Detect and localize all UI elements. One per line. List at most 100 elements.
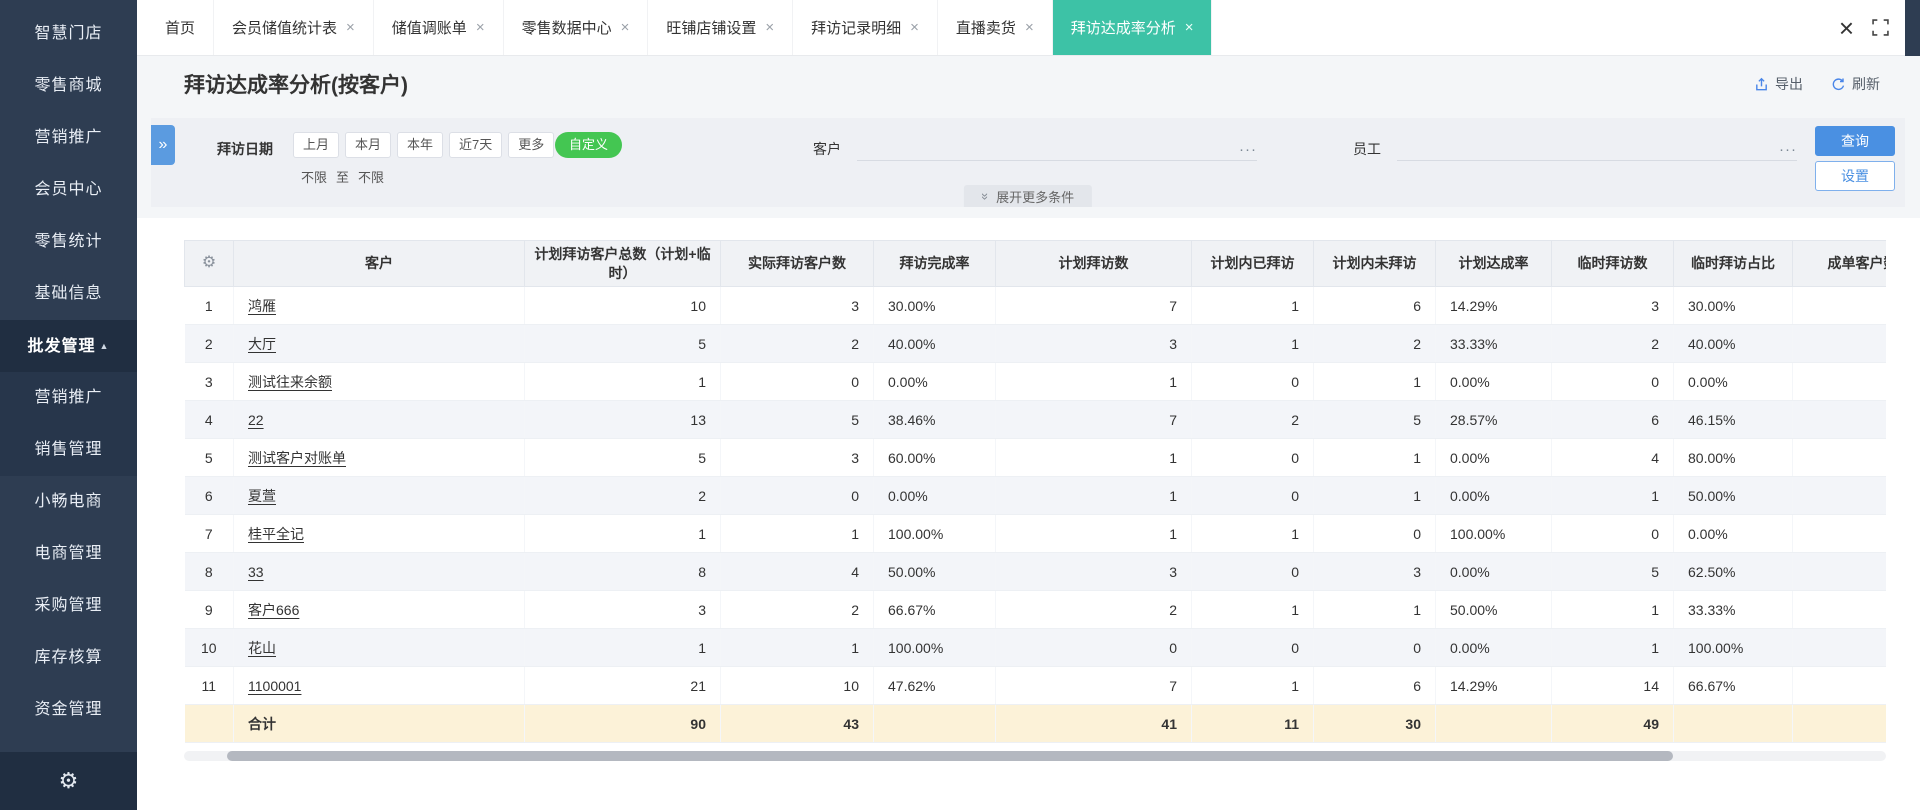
tab[interactable]: 拜访达成率分析 × — [1052, 0, 1213, 55]
sidebar-item[interactable]: 电商管理 — [0, 528, 137, 580]
tab[interactable]: 直播卖货 × — [938, 0, 1053, 55]
date-option-button[interactable]: 本年 — [397, 132, 444, 158]
data-cell: 14 — [1551, 666, 1674, 705]
customer-link[interactable]: 33 — [248, 564, 264, 580]
customer-link[interactable]: 测试客户对账单 — [248, 450, 346, 466]
date-range: 不限 至 不限 — [301, 167, 384, 186]
tab-close-icon[interactable]: × — [910, 20, 919, 35]
total-row: 合计 90 43 41 11 30 49 — [184, 704, 1886, 743]
column-header[interactable]: 实际拜访客户数 — [720, 240, 874, 287]
employee-input[interactable]: ··· — [1397, 131, 1797, 161]
column-header[interactable]: 临时拜访数 — [1551, 240, 1674, 287]
date-from-field[interactable]: 不限 — [301, 167, 327, 186]
horizontal-scrollbar[interactable] — [184, 751, 1886, 761]
ellipsis-picker-icon[interactable]: ··· — [1239, 142, 1257, 160]
column-header[interactable]: 计划拜访数 — [995, 240, 1192, 287]
date-option-button[interactable]: 近7天 — [449, 132, 503, 158]
date-option-button[interactable]: 上月 — [293, 132, 340, 158]
tab-close-icon[interactable]: × — [1025, 20, 1034, 35]
customer-link[interactable]: 1100001 — [248, 678, 301, 694]
tab[interactable]: 拜访记录明细 × — [793, 0, 938, 55]
sidebar-item[interactable]: 零售统计 — [0, 216, 137, 268]
collapse-filter-button[interactable]: » — [151, 125, 175, 165]
sidebar-item[interactable]: 营销推广 — [0, 372, 137, 424]
customer-link[interactable]: 大厅 — [248, 336, 276, 352]
customer-link[interactable]: 鸿雁 — [248, 298, 276, 314]
column-header[interactable]: 临时拜访占比 — [1673, 240, 1793, 287]
table-row: 6 夏萱 2 0 0.00% 1 0 1 0.00% 1 50.00% — [184, 476, 1886, 515]
close-icon[interactable]: × — [1839, 15, 1854, 41]
tab[interactable]: 旺铺店铺设置 × — [648, 0, 794, 55]
fullscreen-icon[interactable] — [1872, 19, 1889, 36]
customer-link[interactable]: 夏萱 — [248, 488, 276, 504]
column-header[interactable]: 计划内未拜访 — [1313, 240, 1436, 287]
customer-name-cell[interactable]: 22 — [233, 400, 525, 439]
customer-name-cell[interactable]: 夏萱 — [233, 476, 525, 515]
customer-name-cell[interactable]: 大厅 — [233, 324, 525, 363]
table-row: 10 花山 1 1 100.00% 0 0 0 0.00% 1 100.00% — [184, 628, 1886, 667]
tab-close-icon[interactable]: × — [765, 20, 774, 35]
sidebar-item[interactable]: 资金管理 — [0, 684, 137, 736]
data-cell: 5 — [1313, 400, 1436, 439]
column-header[interactable]: 计划达成率 — [1435, 240, 1552, 287]
date-option-button[interactable]: 本月 — [345, 132, 392, 158]
sidebar-item[interactable]: 采购管理 — [0, 580, 137, 632]
customer-name-cell[interactable]: 鸿雁 — [233, 286, 525, 325]
data-cell: 2 — [1313, 324, 1436, 363]
tab[interactable]: 首页 — [147, 0, 215, 55]
sidebar-item[interactable]: 销售管理 — [0, 424, 137, 476]
tab[interactable]: 会员储值统计表 × — [214, 0, 374, 55]
export-button[interactable]: 导出 — [1754, 74, 1803, 94]
customer-link[interactable]: 测试往来余额 — [248, 374, 332, 390]
sidebar-item[interactable]: 小畅电商 — [0, 476, 137, 528]
tab-close-icon[interactable]: × — [621, 20, 630, 35]
sidebar-item[interactable]: 零售商城 — [0, 60, 137, 112]
sidebar-item[interactable]: 基础信息 — [0, 268, 137, 320]
query-button[interactable]: 查询 — [1815, 126, 1895, 156]
refresh-button[interactable]: 刷新 — [1831, 74, 1880, 94]
customer-link[interactable]: 22 — [248, 412, 264, 428]
sidebar-item[interactable]: 智慧门店 — [0, 8, 137, 60]
customer-input[interactable]: ··· — [857, 131, 1257, 161]
header-settings-cell[interactable]: ⚙ — [184, 240, 234, 287]
data-cell: 10 — [720, 666, 874, 705]
row-index: 11 — [184, 666, 234, 705]
column-header[interactable]: 拜访完成率 — [873, 240, 996, 287]
sidebar-item[interactable]: 营销推广 — [0, 112, 137, 164]
column-header[interactable]: 计划拜访客户总数（计划+临时） — [524, 240, 721, 287]
customer-name-cell[interactable]: 测试往来余额 — [233, 362, 525, 401]
table-row: 4 22 13 5 38.46% 7 2 5 28.57% 6 46.15% — [184, 400, 1886, 439]
custom-date-button[interactable]: 自定义 — [555, 132, 623, 158]
sidebar-item[interactable]: 会员中心 — [0, 164, 137, 216]
expand-more-button[interactable]: » 展开更多条件 — [963, 185, 1093, 207]
date-option-button[interactable]: 更多 — [508, 132, 555, 158]
customer-link[interactable]: 桂平全记 — [248, 526, 304, 542]
settings-gear-icon[interactable]: ⚙ — [59, 770, 79, 792]
column-header[interactable]: 成单客户数 — [1792, 240, 1886, 287]
column-header[interactable]: 客户 — [233, 240, 525, 287]
scrollbar-thumb[interactable] — [226, 751, 1674, 761]
sidebar-item[interactable]: 库存核算 — [0, 632, 137, 684]
date-to-field[interactable]: 不限 — [358, 167, 384, 186]
tab-close-icon[interactable]: × — [1185, 20, 1194, 35]
tab-close-icon[interactable]: × — [476, 20, 485, 35]
customer-name-cell[interactable]: 测试客户对账单 — [233, 438, 525, 477]
customer-link[interactable]: 客户666 — [248, 602, 299, 618]
customer-name-cell[interactable]: 桂平全记 — [233, 514, 525, 553]
data-cell — [1792, 552, 1886, 591]
customer-name-cell[interactable]: 客户666 — [233, 590, 525, 629]
filter-settings-button[interactable]: 设置 — [1815, 161, 1895, 191]
customer-name-cell[interactable]: 1100001 — [233, 666, 525, 705]
page-header: 拜访达成率分析(按客户) 导出 刷新 — [137, 56, 1920, 112]
column-settings-gear-icon[interactable]: ⚙ — [202, 254, 216, 271]
tab-close-icon[interactable]: × — [346, 20, 355, 35]
column-header[interactable]: 计划内已拜访 — [1191, 240, 1314, 287]
customer-name-cell[interactable]: 33 — [233, 552, 525, 591]
ellipsis-picker-icon[interactable]: ··· — [1779, 142, 1797, 160]
tab[interactable]: 储值调账单 × — [374, 0, 504, 55]
customer-name-cell[interactable]: 花山 — [233, 628, 525, 667]
tab[interactable]: 零售数据中心 × — [504, 0, 649, 55]
sidebar-item[interactable]: 批发管理 ▲ — [0, 320, 137, 372]
data-cell: 1 — [720, 628, 874, 667]
customer-link[interactable]: 花山 — [248, 640, 276, 656]
